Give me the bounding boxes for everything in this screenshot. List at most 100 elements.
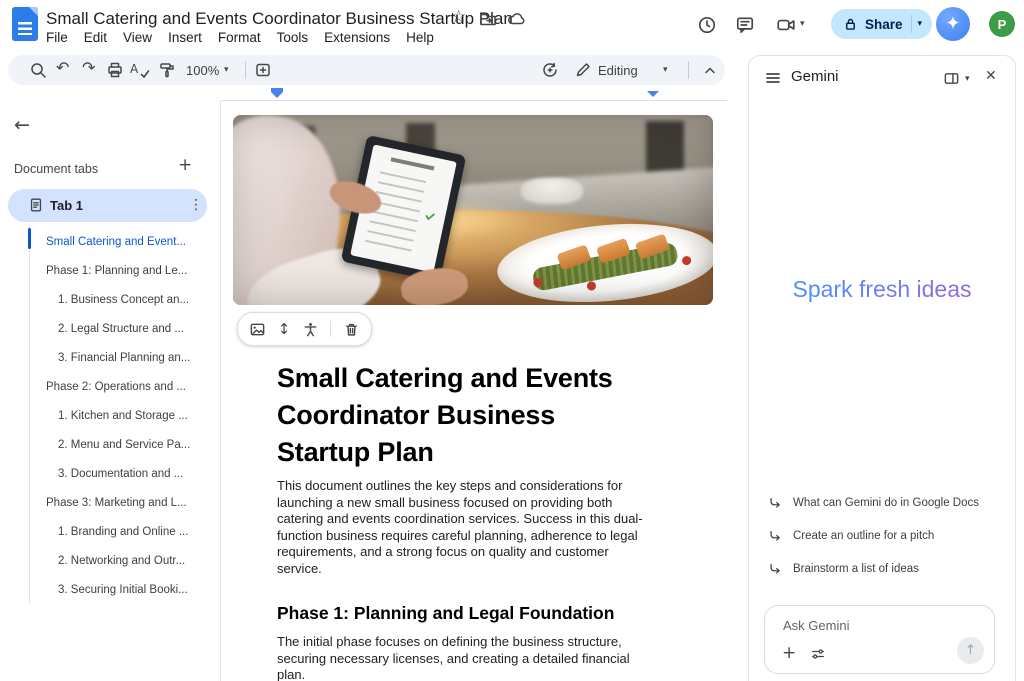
star-icon[interactable]: ☆ [451,9,466,26]
ask-gemini-input[interactable]: Ask Gemini + ↑ [764,605,995,674]
tab-kebab-icon[interactable]: ⋮ [189,198,203,212]
document-inline-image[interactable] [233,115,713,305]
cloud-status-icon[interactable] [507,10,525,28]
gemini-suggestion-item[interactable]: Create an outline for a pitch [749,519,1015,552]
zoom-select[interactable]: 100% [186,63,219,78]
attach-plus-icon[interactable]: + [782,645,796,662]
image-replace-icon[interactable] [249,321,266,338]
ask-gemini-placeholder: Ask Gemini [783,618,849,633]
tune-icon[interactable] [810,646,826,662]
close-panel-icon[interactable]: ✕ [985,69,997,83]
document-phase1-heading[interactable]: Phase 1: Planning and Legal Foundation [277,603,614,624]
spark-icon [943,14,963,34]
insert-square-plus-icon[interactable] [254,61,272,79]
branch-arrow-icon [768,529,782,543]
outline-item[interactable]: 1. Branding and Online ... [0,518,212,547]
spellcheck-icon[interactable]: A [130,60,150,80]
outline-item[interactable]: 2. Menu and Service Pa... [0,431,212,460]
left-indent-marker[interactable] [271,92,283,98]
image-resize-icon[interactable]: ↕ [278,322,291,337]
editing-mode-label[interactable]: Editing [598,63,638,78]
document-phase1-paragraph[interactable]: The initial phase focuses on defining th… [277,634,649,681]
suggestion-label: What can Gemini do in Google Docs [793,497,979,509]
docs-logo-lines [18,22,32,35]
docs-logo-fold [29,7,38,16]
paint-format-icon[interactable] [158,61,176,79]
outline-item[interactable]: Phase 1: Planning and Le... [0,257,212,286]
share-dropdown-icon[interactable]: ▾ [918,20,923,29]
redo-icon[interactable]: ↷ [82,60,95,76]
outline-item[interactable]: 1. Kitchen and Storage ... [0,402,212,431]
branch-arrow-icon [768,562,782,576]
panel-layout-dropdown-icon[interactable]: ▾ [965,75,970,84]
right-indent-marker[interactable] [647,91,659,97]
toolbar-divider [688,61,689,79]
image-delete-icon[interactable] [343,321,360,338]
comments-icon[interactable] [735,15,755,35]
menu-file[interactable]: File [38,29,76,48]
collapse-toolbar-icon[interactable] [701,61,719,79]
version-history-icon[interactable] [697,15,717,35]
outline-item[interactable]: 2. Networking and Outr... [0,547,212,576]
editing-mode-dropdown-icon[interactable]: ▾ [663,66,668,75]
menu-format[interactable]: Format [210,29,269,48]
share-button-label: Share [865,17,903,32]
gemini-suggestions: What can Gemini do in Google Docs Create… [749,486,1015,585]
google-docs-window: Small Catering and Events Coordinator Bu… [0,0,1024,681]
add-tab-icon[interactable]: + [178,157,192,174]
tab-doc-icon [28,197,44,213]
back-arrow-icon[interactable]: ← [14,116,30,135]
print-icon[interactable] [106,61,124,79]
move-folder-icon[interactable] [479,10,497,28]
lock-icon [843,17,858,32]
regenerate-icon[interactable] [541,61,559,79]
menu-help[interactable]: Help [398,29,442,48]
toolbar: ↶ ↷ A 100% ▾ Editing ▾ [8,55,725,85]
tab-label: Tab 1 [50,198,83,213]
menu-tools[interactable]: Tools [269,29,317,48]
outline-item[interactable]: 2. Legal Structure and ... [0,315,212,344]
gemini-panel-title: Gemini [791,68,839,85]
image-alt-text-icon[interactable] [302,321,319,338]
undo-icon[interactable]: ↶ [56,60,69,76]
video-call-icon[interactable] [776,15,796,35]
document-title-field[interactable]: Small Catering and Events Coordinator Bu… [46,9,513,29]
gemini-suggestion-item[interactable]: What can Gemini do in Google Docs [749,486,1015,519]
profile-avatar[interactable]: P [989,11,1015,37]
outline-item[interactable]: Phase 3: Marketing and L... [0,489,212,518]
outline-item[interactable]: 3. Financial Planning an... [0,344,212,373]
image-toolbar-divider [330,321,331,337]
search-icon[interactable] [29,61,47,79]
panel-layout-icon[interactable] [943,70,960,87]
menu-view[interactable]: View [115,29,160,48]
suggestion-label: Brainstorm a list of ideas [793,563,919,575]
docs-logo-icon[interactable] [12,7,38,41]
video-call-dropdown-icon[interactable]: ▾ [800,20,805,29]
menu-extensions[interactable]: Extensions [316,29,398,48]
sidebar-divider [220,100,221,681]
share-divider [911,15,912,33]
suggestion-label: Create an outline for a pitch [793,530,934,542]
outline-item[interactable]: Phase 2: Operations and ... [0,373,212,402]
gemini-panel: Gemini ▾ ✕ Spark fresh ideas What can Ge… [748,55,1016,681]
document-outline: Small Catering and Event... Phase 1: Pla… [0,228,212,605]
gemini-menu-icon[interactable] [764,69,782,87]
menu-edit[interactable]: Edit [76,29,115,48]
zoom-dropdown-icon[interactable]: ▾ [224,66,229,75]
share-button[interactable]: Share ▾ [831,9,932,39]
tab-item-tab1[interactable]: Tab 1 ⋮ [8,189,207,222]
outline-item[interactable]: Small Catering and Event... [0,228,212,257]
outline-item[interactable]: 3. Documentation and ... [0,460,212,489]
branch-arrow-icon [768,496,782,510]
toolbar-divider [245,61,246,79]
document-intro-paragraph[interactable]: This document outlines the key steps and… [277,478,649,577]
outline-item[interactable]: 3. Securing Initial Booki... [0,576,212,605]
gemini-suggestion-item[interactable]: Brainstorm a list of ideas [749,552,1015,585]
editing-mode-pencil-icon[interactable] [574,61,592,79]
send-prompt-button[interactable]: ↑ [957,637,984,664]
gemini-spark-button[interactable] [936,7,970,41]
outline-item[interactable]: 1. Business Concept an... [0,286,212,315]
document-heading-title[interactable]: Small Catering and Events Coordinator Bu… [277,360,622,471]
menu-insert[interactable]: Insert [160,29,210,48]
page-top-border [222,100,727,101]
